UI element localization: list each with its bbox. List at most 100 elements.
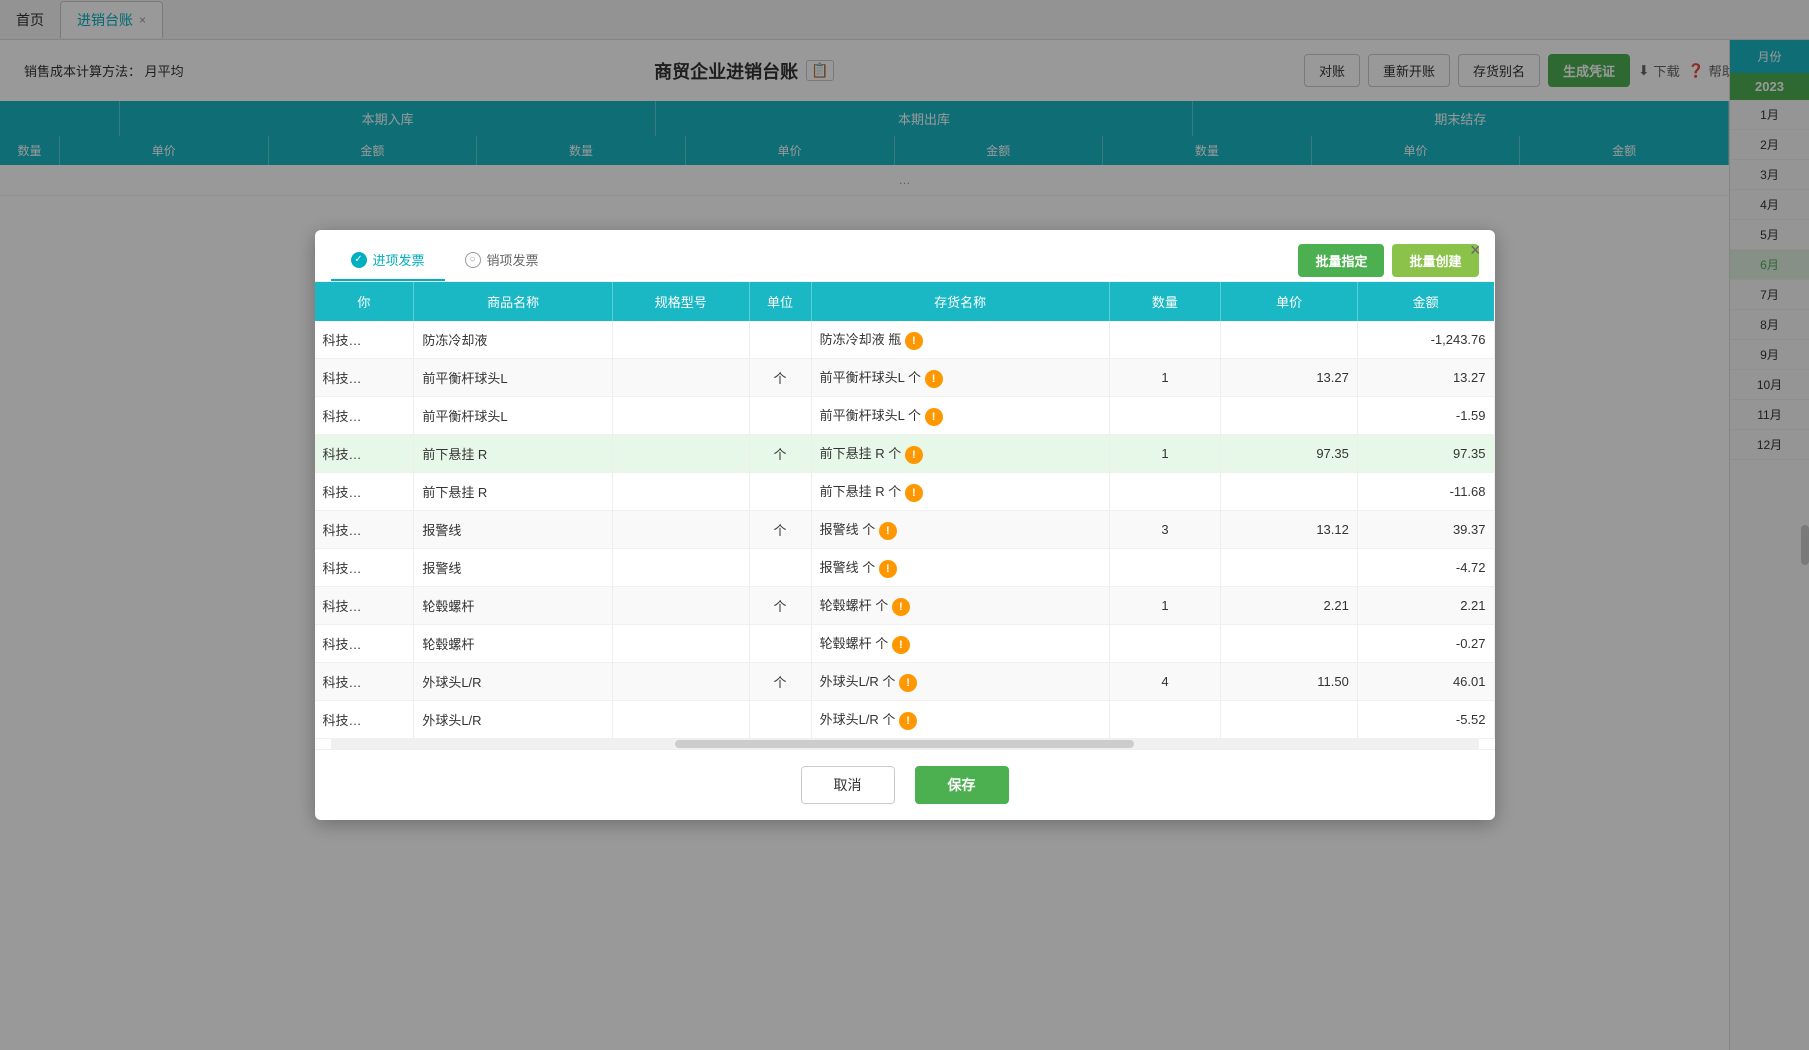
cell-product-name: 防冻冷却液: [414, 321, 613, 359]
cell-amount: -5.52: [1357, 701, 1494, 739]
dialog-table[interactable]: 你 商品名称 规格型号 单位 存货名称 数量 单价 金额 科技… 防冻冷却液: [315, 282, 1495, 739]
incoming-tab-icon: ✓: [351, 252, 367, 268]
cell-unit: 个: [749, 359, 811, 397]
table-row[interactable]: 科技… 前下悬挂 R 前下悬挂 R 个 ! -11.68: [315, 473, 1495, 511]
cell-inventory-name: 前平衡杆球头L 个 !: [811, 359, 1109, 397]
cell-unit: [749, 397, 811, 435]
cell-inventory-name: 外球头L/R 个 !: [811, 701, 1109, 739]
cell-inventory-name: 前平衡杆球头L 个 !: [811, 397, 1109, 435]
col-header-5: 数量: [1109, 282, 1221, 321]
cell-spec: [612, 701, 749, 739]
cell-spec: [612, 397, 749, 435]
cell-unit: 个: [749, 435, 811, 473]
table-header-row: 你 商品名称 规格型号 单位 存货名称 数量 单价 金额: [315, 282, 1495, 321]
col-header-1: 商品名称: [414, 282, 613, 321]
h-scrollbar-thumb: [675, 740, 1134, 748]
cell-unit: [749, 549, 811, 587]
cell-product-name: 前平衡杆球头L: [414, 397, 613, 435]
dialog-footer: 取消 保存: [315, 749, 1495, 820]
modal-overlay: ✓ 进项发票 ○ 销项发票 批量指定 批量创建 ×: [0, 0, 1809, 1050]
cell-unit: 个: [749, 587, 811, 625]
cell-amount: -4.72: [1357, 549, 1494, 587]
table-row[interactable]: 科技… 前平衡杆球头L 个 前平衡杆球头L 个 ! 1 13.27 13.27: [315, 359, 1495, 397]
cell-quantity: [1109, 397, 1221, 435]
cell-amount: -1.59: [1357, 397, 1494, 435]
horizontal-scrollbar[interactable]: [331, 739, 1479, 749]
cell-amount: 2.21: [1357, 587, 1494, 625]
cell-unit: 个: [749, 663, 811, 701]
cell-spec: [612, 511, 749, 549]
cell-product-name: 前平衡杆球头L: [414, 359, 613, 397]
dialog-close-button[interactable]: ×: [1470, 240, 1481, 261]
cell-company: 科技…: [315, 359, 414, 397]
dialog-batch-actions: 批量指定 批量创建: [1298, 244, 1478, 277]
cell-company: 科技…: [315, 435, 414, 473]
cell-quantity: [1109, 625, 1221, 663]
cell-inventory-name: 前下悬挂 R 个 !: [811, 435, 1109, 473]
cell-company: 科技…: [315, 397, 414, 435]
cell-quantity: [1109, 701, 1221, 739]
cell-product-name: 外球头L/R: [414, 663, 613, 701]
cell-inventory-name: 轮毂螺杆 个 !: [811, 587, 1109, 625]
table-row[interactable]: 科技… 外球头L/R 外球头L/R 个 ! -5.52: [315, 701, 1495, 739]
cell-unit: [749, 321, 811, 359]
outgoing-tab-icon: ○: [465, 252, 481, 268]
cell-product-name: 轮毂螺杆: [414, 587, 613, 625]
save-button[interactable]: 保存: [915, 766, 1009, 804]
cell-company: 科技…: [315, 701, 414, 739]
cell-inventory-name: 报警线 个 !: [811, 549, 1109, 587]
cell-unit: 个: [749, 511, 811, 549]
tab-incoming-invoice[interactable]: ✓ 进项发票: [331, 240, 445, 281]
cell-inventory-name: 防冻冷却液 瓶 !: [811, 321, 1109, 359]
cell-quantity: 4: [1109, 663, 1221, 701]
cell-unit: [749, 701, 811, 739]
col-header-4: 存货名称: [811, 282, 1109, 321]
cell-price: [1221, 397, 1358, 435]
table-row[interactable]: 科技… 轮毂螺杆 个 轮毂螺杆 个 ! 1 2.21 2.21: [315, 587, 1495, 625]
cell-amount: -11.68: [1357, 473, 1494, 511]
cell-quantity: 1: [1109, 587, 1221, 625]
col-header-2: 规格型号: [612, 282, 749, 321]
warning-icon: !: [905, 484, 923, 502]
cell-quantity: [1109, 549, 1221, 587]
cell-company: 科技…: [315, 663, 414, 701]
cell-quantity: [1109, 473, 1221, 511]
batch-create-button[interactable]: 批量创建: [1392, 244, 1478, 277]
cell-price: [1221, 625, 1358, 663]
cell-price: [1221, 473, 1358, 511]
warning-icon: !: [879, 522, 897, 540]
cell-amount: 97.35: [1357, 435, 1494, 473]
batch-designate-button[interactable]: 批量指定: [1298, 244, 1384, 277]
cell-spec: [612, 473, 749, 511]
cell-company: 科技…: [315, 625, 414, 663]
cell-inventory-name: 报警线 个 !: [811, 511, 1109, 549]
table-row[interactable]: 科技… 报警线 个 报警线 个 ! 3 13.12 39.37: [315, 511, 1495, 549]
warning-icon: !: [899, 674, 917, 692]
cell-product-name: 报警线: [414, 549, 613, 587]
table-row[interactable]: 科技… 轮毂螺杆 轮毂螺杆 个 ! -0.27: [315, 625, 1495, 663]
warning-icon: !: [892, 636, 910, 654]
cell-inventory-name: 轮毂螺杆 个 !: [811, 625, 1109, 663]
cell-amount: -1,243.76: [1357, 321, 1494, 359]
col-header-3: 单位: [749, 282, 811, 321]
table-row[interactable]: 科技… 前下悬挂 R 个 前下悬挂 R 个 ! 1 97.35 97.35: [315, 435, 1495, 473]
tab-outgoing-invoice[interactable]: ○ 销项发票: [445, 240, 559, 281]
cell-spec: [612, 359, 749, 397]
cell-price: [1221, 549, 1358, 587]
table-row[interactable]: 科技… 报警线 报警线 个 ! -4.72: [315, 549, 1495, 587]
cell-spec: [612, 625, 749, 663]
cell-product-name: 前下悬挂 R: [414, 435, 613, 473]
dialog: ✓ 进项发票 ○ 销项发票 批量指定 批量创建 ×: [315, 230, 1495, 820]
cell-unit: [749, 473, 811, 511]
table-row[interactable]: 科技… 前平衡杆球头L 前平衡杆球头L 个 ! -1.59: [315, 397, 1495, 435]
warning-icon: !: [905, 446, 923, 464]
cell-amount: 13.27: [1357, 359, 1494, 397]
cell-quantity: [1109, 321, 1221, 359]
cell-inventory-name: 前下悬挂 R 个 !: [811, 473, 1109, 511]
col-header-7: 金额: [1357, 282, 1494, 321]
cancel-button[interactable]: 取消: [801, 766, 895, 804]
cell-company: 科技…: [315, 549, 414, 587]
table-row[interactable]: 科技… 防冻冷却液 防冻冷却液 瓶 ! -1,243.76: [315, 321, 1495, 359]
table-row[interactable]: 科技… 外球头L/R 个 外球头L/R 个 ! 4 11.50 46.01: [315, 663, 1495, 701]
cell-spec: [612, 549, 749, 587]
